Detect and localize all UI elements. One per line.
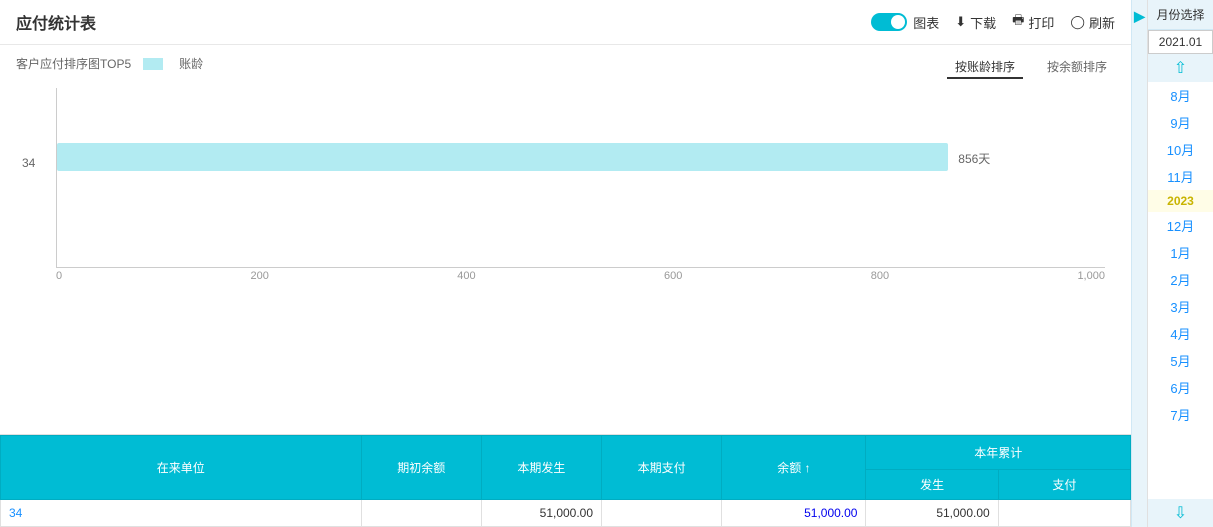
sidebar-collapse-button[interactable]: ▶ [1131,0,1147,527]
download-label: 下载 [970,13,996,32]
chart-toggle-wrap: 图表 [871,13,939,32]
sidebar-title: 月份选择 [1148,0,1213,30]
sidebar-month-item[interactable]: 7月 [1148,401,1213,428]
table-header-top: 在来单位 期初余额 本期发生 本期支付 余额 ↑ 本年累计 [1,436,1131,470]
cell-year-occur: 51,000.00 [866,500,998,527]
chart-bar [57,143,948,171]
sidebar-months: 8月9月10月11月202312月1月2月3月4月5月6月7月 [1148,82,1213,499]
sidebar-month-item[interactable]: 10月 [1148,136,1213,163]
x-label-400: 400 [457,270,475,282]
sidebar-month-item[interactable]: 3月 [1148,293,1213,320]
chart-controls: 按账龄排序 按余额排序 [947,56,1115,79]
refresh-icon: ◯ [1070,14,1085,30]
table-section: 在来单位 期初余额 本期发生 本期支付 余额 ↑ 本年累计 发生 支付 34 5… [0,434,1131,527]
table-body: 34 51,000.00 51,000.00 51,000.00 [1,500,1131,527]
bar-right-label: 856天 [958,150,990,167]
print-button[interactable]: 🖶 打印 [1012,11,1054,33]
data-table: 在来单位 期初余额 本期发生 本期支付 余额 ↑ 本年累计 发生 支付 34 5… [0,435,1131,527]
sidebar-month-item[interactable]: 1月 [1148,239,1213,266]
page-title: 应付统计表 [16,10,871,34]
sidebar-date-input[interactable] [1148,30,1213,54]
print-label: 打印 [1028,13,1054,32]
x-label-600: 600 [664,270,682,282]
col-unit-header: 在来单位 [1,436,362,500]
chart-section: 客户应付排序图TOP5 账龄 按账龄排序 按余额排序 34 856天 0 [0,45,1131,434]
cell-balance: 51,000.00 [722,500,866,527]
col-occur-header: 发生 [866,470,998,500]
download-icon: ⬇ [955,14,966,30]
sidebar-month-item[interactable]: 5月 [1148,347,1213,374]
cell-period-pay [602,500,722,527]
print-icon: 🖶 [1012,11,1024,33]
cell-year-pay [998,500,1130,527]
x-axis: 0 200 400 600 800 1,000 [56,270,1105,282]
sidebar-month-item[interactable]: 8月 [1148,82,1213,109]
page-header: 应付统计表 图表 ⬇ 下载 🖶 打印 ◯ 刷新 [0,0,1131,45]
table-row: 34 51,000.00 51,000.00 51,000.00 [1,500,1131,527]
x-label-200: 200 [251,270,269,282]
col-period-occur-header: 本期发生 [481,436,601,500]
y-label: 34 [22,156,35,170]
sidebar-month-item[interactable]: 12月 [1148,212,1213,239]
x-label-800: 800 [871,270,889,282]
sidebar-year-marker: 2023 [1148,190,1213,212]
collapse-arrow-icon: ▶ [1134,8,1145,25]
sidebar-scroll-down-button[interactable]: ⇩ [1148,499,1213,527]
cell-period-balance [361,500,481,527]
legend-color-box [143,58,163,70]
header-actions: 图表 ⬇ 下载 🖶 打印 ◯ 刷新 [871,11,1115,33]
sidebar-month-item[interactable]: 11月 [1148,163,1213,190]
sort-by-balance-button[interactable]: 按余额排序 [1039,56,1115,79]
sidebar-scroll-up-button[interactable]: ⇧ [1148,54,1213,82]
legend-label: 账龄 [179,55,203,72]
sidebar-month-item[interactable]: 4月 [1148,320,1213,347]
sort-by-amount-button[interactable]: 按账龄排序 [947,56,1023,79]
col-year-acc-header: 本年累计 [866,436,1131,470]
sidebar: 月份选择 ⇧ 8月9月10月11月202312月1月2月3月4月5月6月7月 ⇩ [1147,0,1213,527]
sidebar-month-item[interactable]: 2月 [1148,266,1213,293]
col-pay-header: 支付 [998,470,1130,500]
cell-unit[interactable]: 34 [1,500,362,527]
chart-toggle[interactable] [871,13,907,31]
sidebar-month-item[interactable]: 9月 [1148,109,1213,136]
sidebar-main: 月份选择 ⇧ 8月9月10月11月202312月1月2月3月4月5月6月7月 ⇩ [1148,0,1213,527]
chart-legend: 客户应付排序图TOP5 账龄 [16,55,203,72]
download-button[interactable]: ⬇ 下载 [955,13,996,32]
refresh-button[interactable]: ◯ 刷新 [1070,13,1115,32]
legend-title: 客户应付排序图TOP5 [16,55,131,72]
refresh-label: 刷新 [1089,13,1115,32]
col-period-pay-header: 本期支付 [602,436,722,500]
toggle-label: 图表 [913,13,939,32]
chart-legend-row: 客户应付排序图TOP5 账龄 按账龄排序 按余额排序 [16,55,1115,80]
col-period-balance-header: 期初余额 [361,436,481,500]
cell-period-occur: 51,000.00 [481,500,601,527]
x-label-1000: 1,000 [1077,270,1105,282]
sidebar-month-item[interactable]: 6月 [1148,374,1213,401]
x-label-0: 0 [56,270,62,282]
col-balance-header: 余额 ↑ [722,436,866,500]
